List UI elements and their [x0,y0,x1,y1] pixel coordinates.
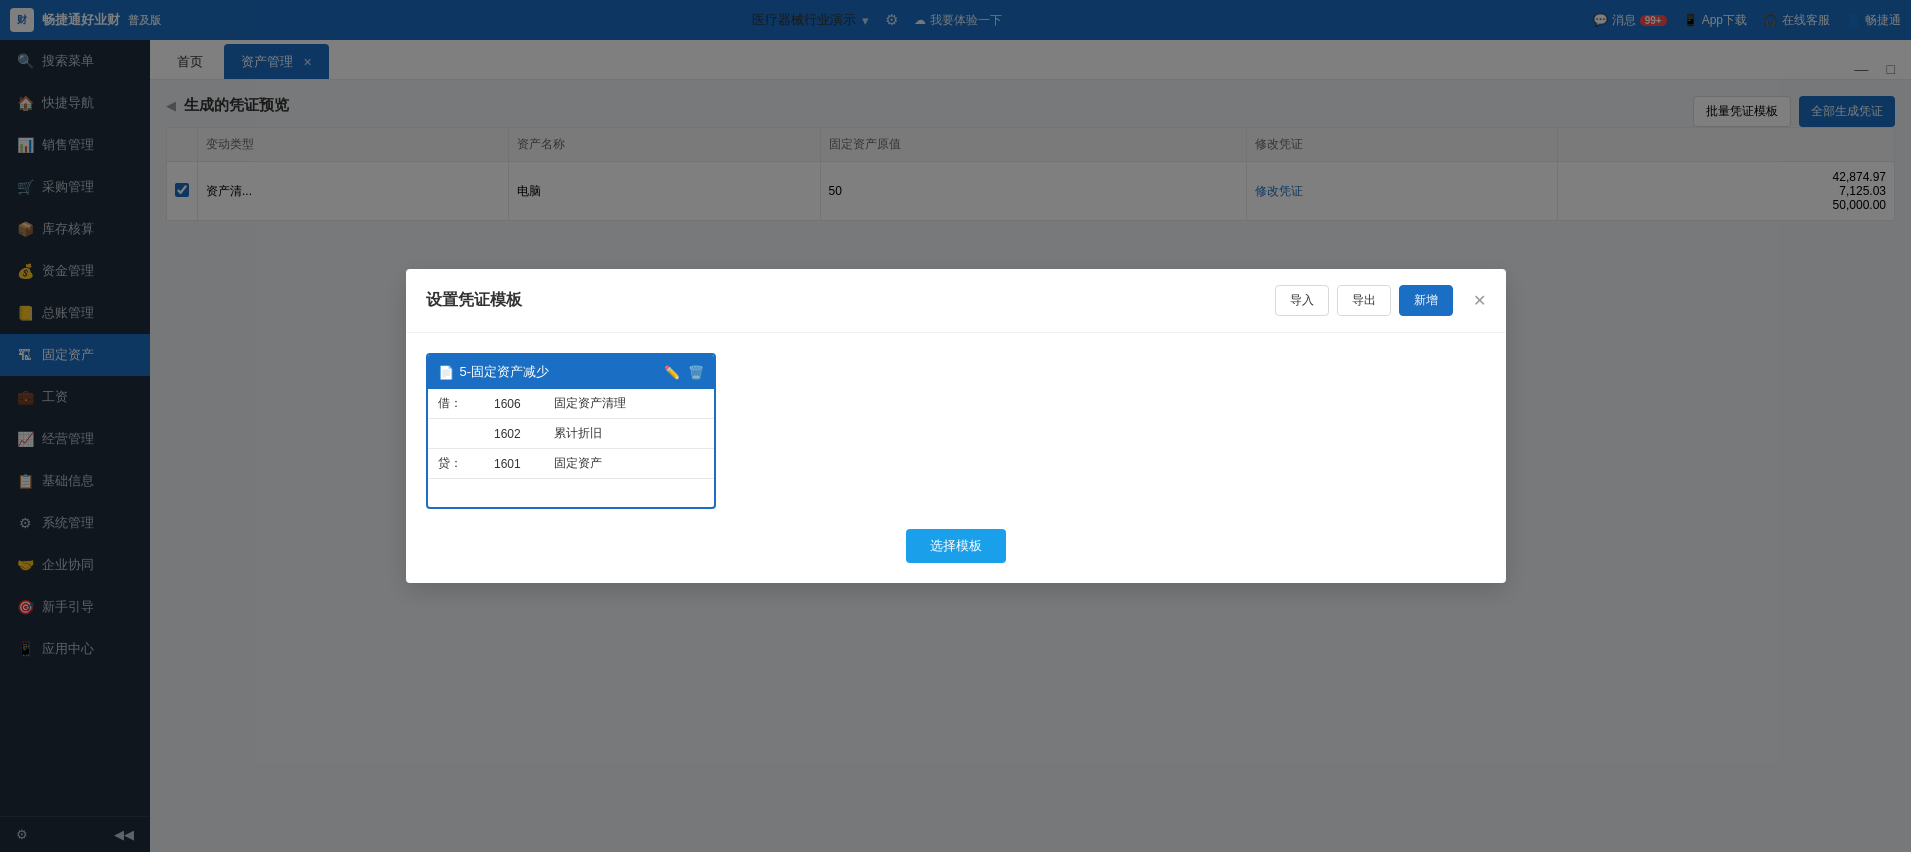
dialog-body: 📄 5-固定资产减少 ✏️ 🗑️ 借： [406,333,1506,583]
new-template-button[interactable]: 新增 [1399,285,1453,316]
entry-credit [688,419,714,449]
template-name: 5-固定资产减少 [460,363,550,381]
template-actions: ✏️ 🗑️ [664,365,704,380]
template-delete-icon[interactable]: 🗑️ [688,365,704,380]
template-card-body: 借： 1606 固定资产清理 1602 累计折旧 [428,389,714,507]
template-card: 📄 5-固定资产减少 ✏️ 🗑️ 借： [426,353,716,509]
select-template-button[interactable]: 选择模板 [906,529,1006,563]
template-grid: 📄 5-固定资产减少 ✏️ 🗑️ 借： [426,353,1486,509]
dialog-header-actions: 导入 导出 新增 ✕ [1275,285,1486,316]
entry-direction: 贷： [428,449,485,479]
template-entry-row: 贷： 1601 固定资产 [428,449,714,479]
entry-code: 1601 [484,449,544,479]
entry-account-name: 固定资产 [544,449,662,479]
dialog-overlay: 设置凭证模板 导入 导出 新增 ✕ 📄 5-固定资产减少 [0,0,1911,852]
template-entry-row: 借： 1606 固定资产清理 [428,389,714,419]
template-entries-table: 借： 1606 固定资产清理 1602 累计折旧 [428,389,714,507]
entry-direction [428,419,485,449]
entry-direction: 借： [428,389,485,419]
entry-debit [662,419,688,449]
template-doc-icon: 📄 [438,365,454,380]
template-entry-empty-row [428,479,714,507]
entry-account-name: 固定资产清理 [544,389,662,419]
dialog-close-icon[interactable]: ✕ [1473,291,1486,310]
entry-credit [688,389,714,419]
template-card-header: 📄 5-固定资产减少 ✏️ 🗑️ [428,355,714,389]
entry-code: 1602 [484,419,544,449]
dialog-title: 设置凭证模板 [426,290,522,311]
entry-account-name: 累计折旧 [544,419,662,449]
entry-credit [688,449,714,479]
entry-code: 1606 [484,389,544,419]
template-edit-icon[interactable]: ✏️ [664,365,680,380]
template-entry-row: 1602 累计折旧 [428,419,714,449]
import-button[interactable]: 导入 [1275,285,1329,316]
entry-debit [662,389,688,419]
export-button[interactable]: 导出 [1337,285,1391,316]
dialog-header: 设置凭证模板 导入 导出 新增 ✕ [406,269,1506,333]
entry-debit [662,449,688,479]
voucher-template-dialog: 设置凭证模板 导入 导出 新增 ✕ 📄 5-固定资产减少 [406,269,1506,583]
